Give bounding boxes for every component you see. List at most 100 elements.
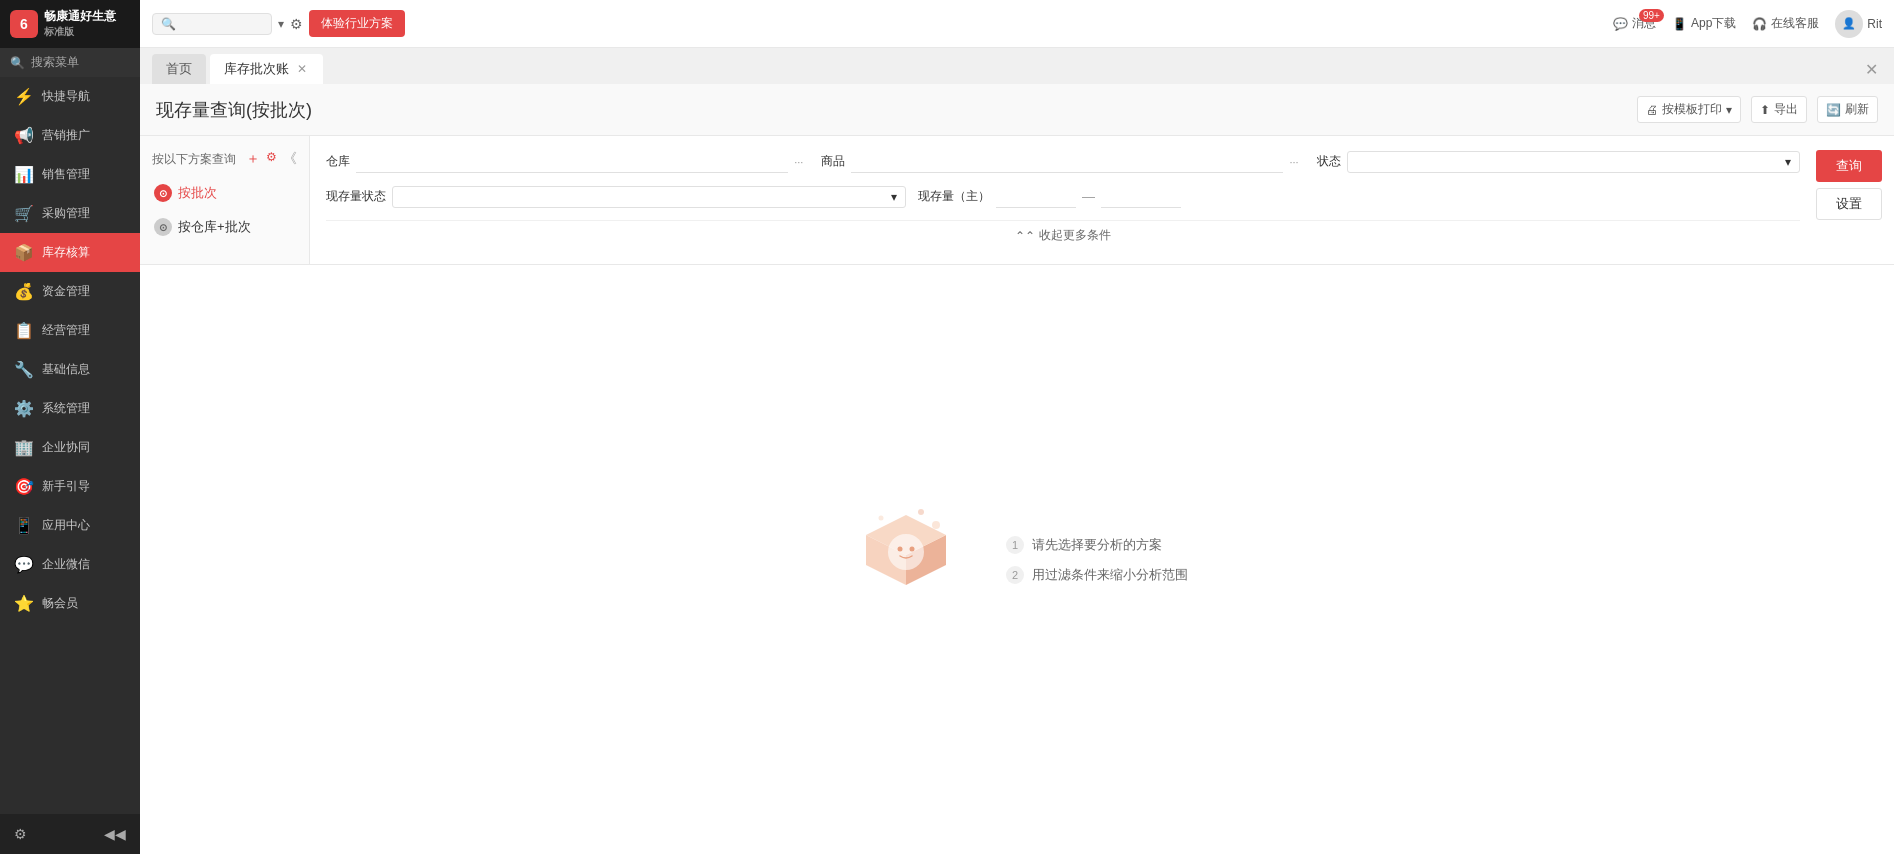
add-scheme-btn[interactable]: ＋ [246,150,260,168]
tabs-bar-right: ✕ [1861,56,1882,83]
sidebar-header: 6 畅康通好生意 标准版 [0,0,140,48]
stock-status-select[interactable]: ▾ [392,186,906,208]
sidebar-item-quick-nav[interactable]: ⚡ 快捷导航 [0,77,140,116]
sidebar-item-label: 新手引导 [42,478,90,495]
wechat-icon: 💬 [14,555,34,574]
sidebar-item-finance[interactable]: 💰 资金管理 [0,272,140,311]
tip-item-2: 2 用过滤条件来缩小分析范围 [1006,566,1188,584]
stock-qty-dash: — [1082,189,1095,204]
inventory-icon: 📦 [14,243,34,262]
tabs-bar: 首页 库存批次账 ✕ ✕ [140,48,1894,84]
status-select[interactable]: ▾ [1347,151,1800,173]
collapse-scheme-panel-btn[interactable]: 《 [283,150,297,168]
sidebar-item-enterprise[interactable]: 🏢 企业协同 [0,428,140,467]
status-label: 状态 [1317,153,1341,170]
scheme-item-label: 按仓库+批次 [178,218,251,236]
stock-qty-from-input[interactable] [996,185,1076,208]
product-more-btn[interactable]: ··· [1283,154,1304,170]
sidebar-item-label: 畅会员 [42,595,78,612]
sidebar-item-label: 库存核算 [42,244,90,261]
scheme-panel-header: 按以下方案查询 ＋ ⚙ 《 [140,146,309,176]
sidebar-item-app-center[interactable]: 📱 应用中心 [0,506,140,545]
filter-settings-btn[interactable]: 设置 [1816,188,1882,220]
sidebar-item-label: 应用中心 [42,517,90,534]
search-menu-btn[interactable]: 🔍 搜索菜单 [0,48,140,77]
filter-area: 仓库 ··· 商品 ··· 状态 [310,136,1816,264]
user-profile-btn[interactable]: 👤 Rit [1835,10,1882,38]
sidebar-item-purchase[interactable]: 🛒 采购管理 [0,194,140,233]
sidebar-item-label: 企业协同 [42,439,90,456]
warehouse-more-btn[interactable]: ··· [788,154,809,170]
purchase-icon: 🛒 [14,204,34,223]
scheme-settings-icon[interactable]: ⚙ [266,150,277,168]
warehouse-input[interactable] [356,150,788,173]
stock-status-label: 现存量状态 [326,188,386,205]
sidebar-item-newbie[interactable]: 🎯 新手引导 [0,467,140,506]
sales-icon: 📊 [14,165,34,184]
sidebar-item-system[interactable]: ⚙️ 系统管理 [0,389,140,428]
tab-home[interactable]: 首页 [152,54,206,84]
sidebar-item-wechat[interactable]: 💬 企业微信 [0,545,140,584]
chevron-down-icon: ▾ [278,17,284,31]
stock-qty-label: 现存量（主） [918,188,990,205]
filter-row-1: 仓库 ··· 商品 ··· 状态 [326,150,1800,173]
basic-icon: 🔧 [14,360,34,379]
page-content: 现存量查询(按批次) 🖨 按模板打印 ▾ ⬆ 导出 🔄 刷新 [140,84,1894,854]
messages-btn[interactable]: 💬 消息 99+ [1613,15,1656,32]
collapse-conditions-label: 收起更多条件 [1039,227,1111,244]
sidebar-item-sales[interactable]: 📊 销售管理 [0,155,140,194]
topbar-search-box[interactable]: 🔍 [152,13,272,35]
empty-illustration [846,500,966,620]
finance-icon: 💰 [14,282,34,301]
empty-state: 1 请先选择要分析的方案 2 用过滤条件来缩小分析范围 [140,265,1894,854]
tab-home-label: 首页 [166,60,192,78]
collapse-sidebar-icon[interactable]: ◀◀ [100,822,130,846]
filter-group-stock-status: 现存量状态 ▾ [326,186,906,208]
close-all-tabs-btn[interactable]: ✕ [1861,56,1882,83]
app-logo: 6 [10,10,38,38]
topbar-dropdown[interactable]: ▾ [278,17,284,31]
action-btns: 查询 设置 [1816,136,1894,264]
online-service-btn[interactable]: 🎧 在线客服 [1752,15,1819,32]
chevron-up-icon: ⌃⌃ [1015,229,1035,243]
scheme-icon-by-batch: ⊙ [154,184,172,202]
sidebar-nav: ⚡ 快捷导航 📢 营销推广 📊 销售管理 🛒 采购管理 📦 库存核算 💰 资金管… [0,77,140,814]
chevron-down-icon: ▾ [891,190,897,204]
newbie-icon: 🎯 [14,477,34,496]
settings-icon[interactable]: ⚙ [10,822,31,846]
export-icon: ⬆ [1760,103,1770,117]
topbar-gear-icon[interactable]: ⚙ [290,16,303,32]
enterprise-icon: 🏢 [14,438,34,457]
app-download-label: App下载 [1691,15,1736,32]
export-btn[interactable]: ⬆ 导出 [1751,96,1807,123]
experience-btn[interactable]: 体验行业方案 [309,10,405,37]
sidebar-item-basic[interactable]: 🔧 基础信息 [0,350,140,389]
tab-inventory-batch[interactable]: 库存批次账 ✕ [210,54,323,84]
message-icon: 💬 [1613,17,1628,31]
filter-group-status: 状态 ▾ [1317,151,1800,173]
page-header: 现存量查询(按批次) 🖨 按模板打印 ▾ ⬆ 导出 🔄 刷新 [140,84,1894,136]
scheme-icon-by-warehouse-batch: ⊙ [154,218,172,236]
collapse-conditions-btn[interactable]: ⌃⌃ 收起更多条件 [326,220,1800,250]
query-btn[interactable]: 查询 [1816,150,1882,182]
scheme-item-by-warehouse-batch[interactable]: ⊙ 按仓库+批次 [140,210,309,244]
stock-qty-to-input[interactable] [1101,185,1181,208]
search-icon: 🔍 [161,17,176,31]
close-tab-icon[interactable]: ✕ [295,62,309,76]
print-btn[interactable]: 🖨 按模板打印 ▾ [1637,96,1741,123]
app-download-btn[interactable]: 📱 App下载 [1672,15,1736,32]
members-icon: ⭐ [14,594,34,613]
sidebar-item-inventory[interactable]: 📦 库存核算 [0,233,140,272]
scheme-item-label: 按批次 [178,184,217,202]
sidebar-item-members[interactable]: ⭐ 畅会员 [0,584,140,623]
sidebar-item-marketing[interactable]: 📢 营销推广 [0,116,140,155]
svg-point-6 [932,521,940,529]
refresh-btn[interactable]: 🔄 刷新 [1817,96,1878,123]
sidebar-item-operation[interactable]: 📋 经营管理 [0,311,140,350]
tab-inventory-batch-label: 库存批次账 [224,60,289,78]
product-input[interactable] [851,150,1283,173]
sidebar-item-label: 销售管理 [42,166,90,183]
print-icon: 🖨 [1646,103,1658,117]
scheme-item-by-batch[interactable]: ⊙ 按批次 [140,176,309,210]
system-icon: ⚙️ [14,399,34,418]
